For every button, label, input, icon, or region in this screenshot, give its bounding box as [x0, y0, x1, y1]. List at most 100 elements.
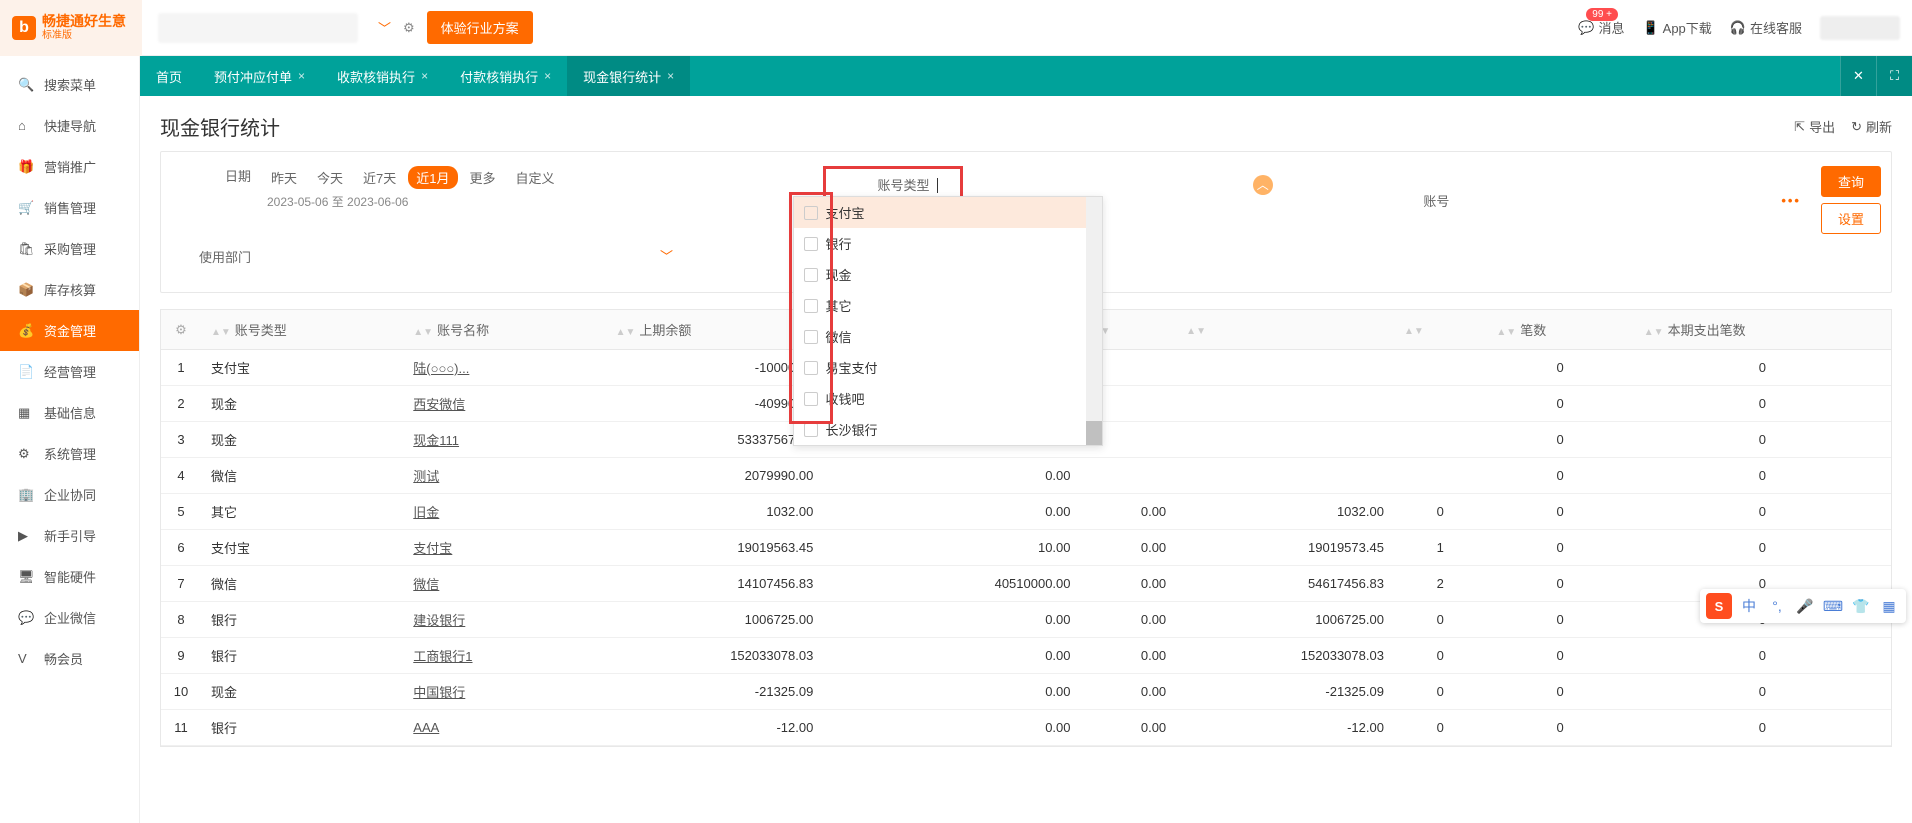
checkbox[interactable]: [804, 206, 818, 220]
sidebar-item-grid[interactable]: ▦基础信息: [0, 392, 139, 433]
dropdown-item-现金[interactable]: 现金: [794, 259, 1102, 290]
date-chip-近7天[interactable]: 近7天: [355, 166, 404, 189]
close-tab-button[interactable]: ✕: [1840, 56, 1876, 96]
sidebar-item-wechat[interactable]: 💬企业微信: [0, 597, 139, 638]
th-2[interactable]: ▲▼账号名称: [403, 310, 605, 350]
ime-punct-icon[interactable]: °,: [1766, 595, 1788, 617]
cell-cnt: 0: [1486, 566, 1633, 602]
sidebar-item-box[interactable]: 📦库存核算: [0, 269, 139, 310]
sidebar-item-team[interactable]: 🏢企业协同: [0, 474, 139, 515]
dropdown-item-银行[interactable]: 银行: [794, 228, 1102, 259]
online-service-link[interactable]: 🎧 在线客服: [1730, 18, 1802, 37]
gear-icon[interactable]: ⚙: [175, 322, 187, 337]
ime-skin-icon[interactable]: 👕: [1850, 595, 1872, 617]
ime-grid-icon[interactable]: ▦: [1878, 595, 1900, 617]
close-icon[interactable]: ×: [544, 69, 551, 83]
th-9[interactable]: ▲▼本期支出笔数: [1634, 310, 1891, 350]
account-link[interactable]: 西安微信: [413, 397, 465, 412]
account-link[interactable]: 陆(○○○)...: [413, 361, 469, 376]
account-link[interactable]: AAA: [413, 720, 439, 735]
th-8[interactable]: ▲▼笔数: [1486, 310, 1633, 350]
account-link[interactable]: 中国银行: [413, 685, 465, 700]
sidebar-item-doc[interactable]: 📄经营管理: [0, 351, 139, 392]
th-7[interactable]: ▲▼: [1394, 310, 1486, 350]
checkbox[interactable]: [804, 392, 818, 406]
date-chip-昨天[interactable]: 昨天: [263, 166, 305, 189]
sidebar-item-vip[interactable]: V畅会员: [0, 638, 139, 679]
sidebar-item-bag[interactable]: 🛍采购管理: [0, 228, 139, 269]
ime-mic-icon[interactable]: 🎤: [1794, 595, 1816, 617]
dropdown-item-易宝支付[interactable]: 易宝支付: [794, 352, 1102, 383]
account-link[interactable]: 旧金: [413, 505, 439, 520]
th-6[interactable]: ▲▼: [1176, 310, 1394, 350]
sidebar-item-home[interactable]: ⌂快捷导航: [0, 105, 139, 146]
more-dots[interactable]: •••: [1781, 193, 1801, 208]
sort-icon[interactable]: ▲▼: [1186, 326, 1206, 337]
dropdown-scrollbar[interactable]: [1086, 197, 1102, 445]
dropdown-item-支付宝[interactable]: 支付宝: [794, 197, 1102, 228]
dropdown-item-微信[interactable]: 微信: [794, 321, 1102, 352]
sidebar-item-wallet[interactable]: 💰资金管理: [0, 310, 139, 351]
account-link[interactable]: 工商银行1: [413, 649, 472, 664]
gear-icon[interactable]: ⚙: [403, 20, 415, 36]
dropdown-item-收钱吧[interactable]: 收钱吧: [794, 383, 1102, 414]
checkbox[interactable]: [804, 299, 818, 313]
account-link[interactable]: 建设银行: [413, 613, 465, 628]
account-link[interactable]: 现金111: [413, 433, 459, 448]
scrollbar-thumb[interactable]: [1086, 421, 1102, 445]
th-3[interactable]: ▲▼上期余额: [606, 310, 824, 350]
account-type-dropdown: 支付宝银行现金其它微信易宝支付收钱吧长沙银行: [793, 196, 1103, 446]
account-link[interactable]: 测试: [413, 469, 439, 484]
checkbox[interactable]: [804, 330, 818, 344]
tab-预付冲应付单[interactable]: 预付冲应付单×: [198, 56, 321, 96]
cell-type: 现金: [201, 422, 403, 458]
dept-select[interactable]: ﹀: [263, 246, 673, 266]
date-chip-更多[interactable]: 更多: [462, 166, 504, 189]
tab-首页[interactable]: 首页: [140, 56, 198, 96]
account-link[interactable]: 微信: [413, 577, 439, 592]
sort-icon[interactable]: ▲▼: [413, 327, 433, 338]
refresh-button[interactable]: ↻ 刷新: [1851, 117, 1892, 136]
collapse-icon[interactable]: ︿: [1253, 175, 1273, 195]
ime-logo-icon[interactable]: S: [1706, 593, 1732, 619]
sidebar-item-gift[interactable]: 🎁营销推广: [0, 146, 139, 187]
checkbox[interactable]: [804, 423, 818, 437]
sort-icon[interactable]: ▲▼: [1496, 327, 1516, 338]
date-chip-自定义[interactable]: 自定义: [508, 166, 563, 189]
expand-button[interactable]: ⛶: [1876, 56, 1912, 96]
sort-icon[interactable]: ▲▼: [1404, 326, 1424, 337]
close-icon[interactable]: ×: [298, 69, 305, 83]
query-button[interactable]: 查询: [1821, 166, 1881, 197]
th-0[interactable]: ⚙: [161, 310, 201, 350]
sidebar-item-guide[interactable]: ▶新手引导: [0, 515, 139, 556]
account-link[interactable]: 支付宝: [413, 541, 452, 556]
date-chip-近1月[interactable]: 近1月: [408, 166, 457, 189]
close-icon[interactable]: ×: [421, 69, 428, 83]
dropdown-item-其它[interactable]: 其它: [794, 290, 1102, 321]
app-download-link[interactable]: 📱 App下载: [1642, 18, 1711, 37]
close-icon[interactable]: ×: [667, 69, 674, 83]
industry-plan-button[interactable]: 体验行业方案: [427, 11, 533, 44]
settings-button[interactable]: 设置: [1821, 203, 1881, 234]
sort-icon[interactable]: ▲▼: [1644, 327, 1664, 338]
ime-keyboard-icon[interactable]: ⌨: [1822, 595, 1844, 617]
sidebar-item-cart[interactable]: 🛒销售管理: [0, 187, 139, 228]
sort-icon[interactable]: ▲▼: [211, 327, 231, 338]
messages-link[interactable]: 💬 消息 99 +: [1578, 18, 1624, 37]
date-chip-今天[interactable]: 今天: [309, 166, 351, 189]
checkbox[interactable]: [804, 268, 818, 282]
dropdown-item-长沙银行[interactable]: 长沙银行: [794, 414, 1102, 445]
tab-收款核销执行[interactable]: 收款核销执行×: [321, 56, 444, 96]
sidebar-item-search[interactable]: 🔍搜索菜单: [0, 64, 139, 105]
th-1[interactable]: ▲▼账号类型: [201, 310, 403, 350]
sort-icon[interactable]: ▲▼: [616, 327, 636, 338]
ime-lang[interactable]: 中: [1738, 595, 1760, 617]
tab-付款核销执行[interactable]: 付款核销执行×: [444, 56, 567, 96]
checkbox[interactable]: [804, 237, 818, 251]
tab-现金银行统计[interactable]: 现金银行统计×: [567, 56, 690, 96]
sidebar-item-sys[interactable]: ⚙系统管理: [0, 433, 139, 474]
checkbox[interactable]: [804, 361, 818, 375]
export-button[interactable]: ⇱ 导出: [1794, 117, 1835, 136]
sidebar-item-hw[interactable]: 🖥智能硬件: [0, 556, 139, 597]
chevron-down-icon[interactable]: ﹀: [378, 18, 391, 37]
